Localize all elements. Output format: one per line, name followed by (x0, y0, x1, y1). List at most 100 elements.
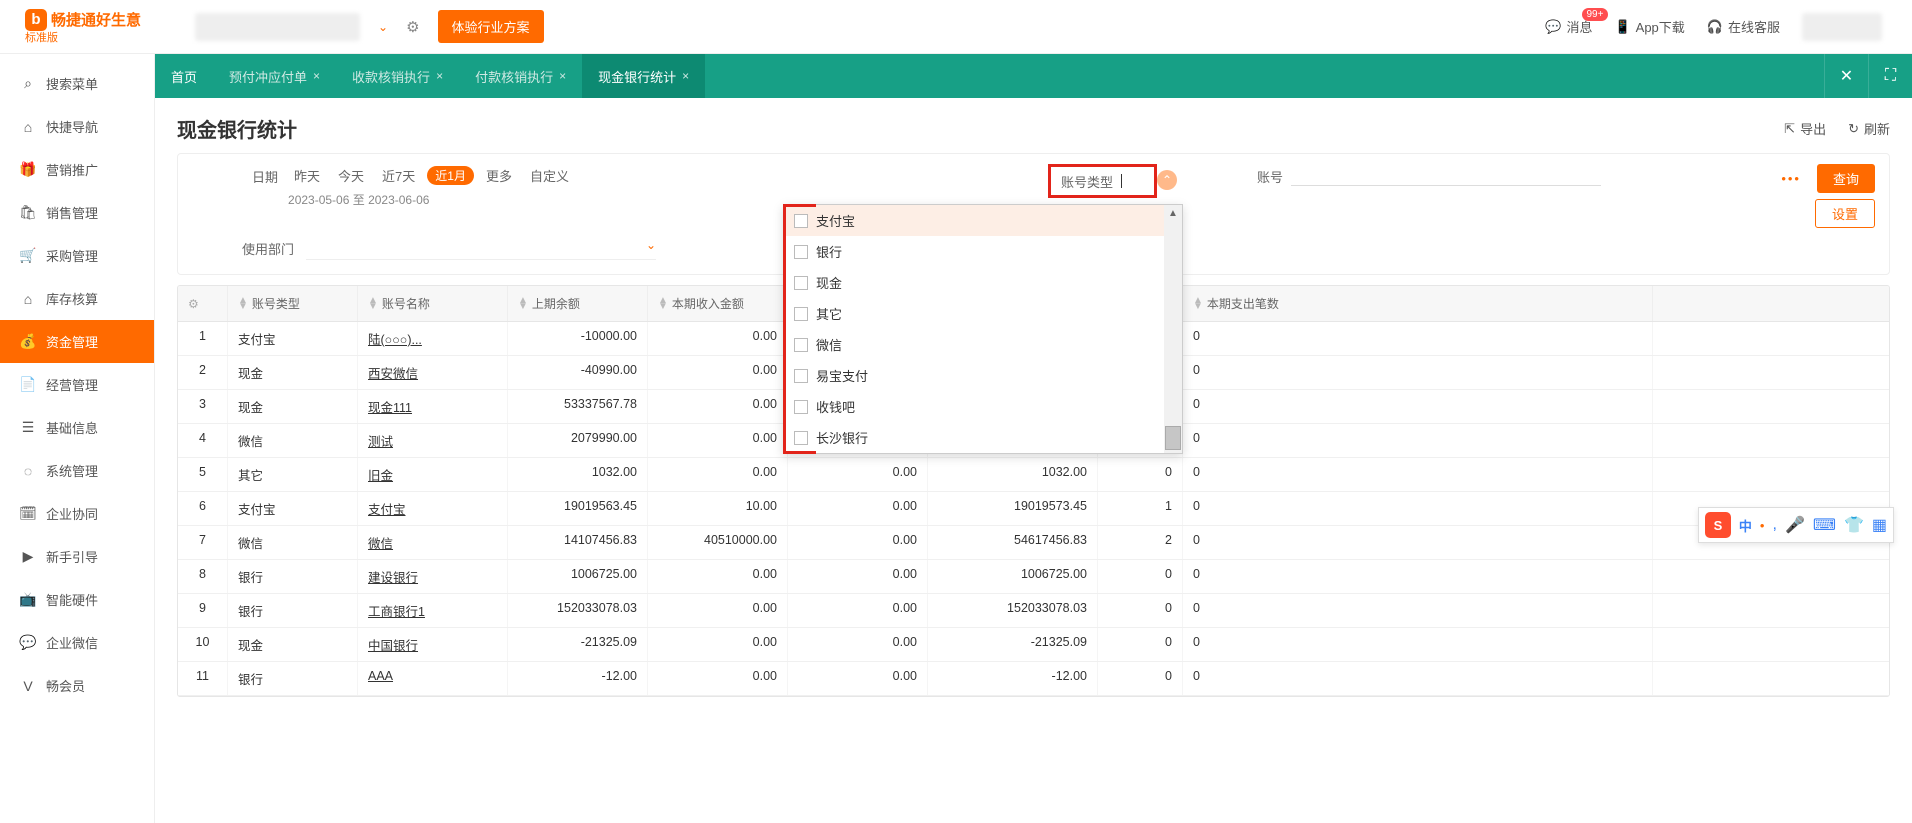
tab-1[interactable]: 收款核销执行× (336, 54, 459, 98)
scroll-thumb[interactable] (1165, 426, 1181, 450)
account-name-link[interactable]: 西安微信 (368, 367, 418, 381)
checkbox[interactable] (794, 276, 808, 290)
messages-link[interactable]: 💬 消息 99+ (1545, 17, 1592, 36)
org-dropdown-icon[interactable]: ⌄ (378, 20, 388, 34)
sort-icon[interactable]: ▲▼ (518, 298, 528, 310)
checkbox[interactable] (794, 214, 808, 228)
export-button[interactable]: ⇱导出 (1784, 119, 1826, 138)
sort-icon[interactable]: ▲▼ (238, 298, 248, 310)
industry-plan-button[interactable]: 体验行业方案 (438, 10, 544, 43)
sidebar-item-13[interactable]: 💬企业微信 (0, 621, 154, 664)
sidebar-item-0[interactable]: ⌕搜索菜单 (0, 62, 154, 105)
sidebar-item-2[interactable]: 🎁营销推广 (0, 148, 154, 191)
dropdown-option[interactable]: 现金 (784, 267, 1164, 298)
tab-close-icon[interactable]: × (559, 69, 566, 83)
col-header[interactable]: ▲▼本期收入金额 (648, 286, 788, 321)
date-opt[interactable]: 自定义 (524, 164, 575, 187)
account-name-link[interactable]: 测试 (368, 435, 393, 449)
app-download-link[interactable]: 📱 App下载 (1614, 17, 1684, 36)
tab-2[interactable]: 付款核销执行× (459, 54, 582, 98)
sort-icon[interactable]: ▲▼ (1193, 298, 1203, 310)
tab-close-icon[interactable]: × (313, 69, 320, 83)
gear-icon[interactable]: ⚙ (406, 18, 419, 36)
checkbox[interactable] (794, 245, 808, 259)
grid-icon[interactable]: ▦ (1872, 515, 1887, 535)
tab-0[interactable]: 预付冲应付单× (213, 54, 336, 98)
sidebar-icon: ◌ (20, 463, 36, 479)
sort-icon[interactable]: ▲▼ (658, 298, 668, 310)
sidebar-icon: ⌕ (20, 76, 36, 92)
col-header[interactable]: ▲▼上期余额 (508, 286, 648, 321)
date-opt[interactable]: 昨天 (288, 164, 326, 187)
tabs-bar: 首页 预付冲应付单×收款核销执行×付款核销执行×现金银行统计× ✕ ⛶ (155, 54, 1912, 98)
sort-icon[interactable]: ▲▼ (368, 298, 378, 310)
date-chip-active[interactable]: 近1月 (427, 166, 474, 185)
sidebar-item-7[interactable]: 📄经营管理 (0, 363, 154, 406)
sidebar-icon: 📺 (20, 592, 36, 608)
tabs-close-button[interactable]: ✕ (1824, 54, 1868, 98)
checkbox[interactable] (794, 307, 808, 321)
checkbox[interactable] (794, 338, 808, 352)
col-header[interactable]: ▲▼账号类型 (228, 286, 358, 321)
keyboard-icon[interactable]: ⌨ (1813, 515, 1836, 535)
tab-close-icon[interactable]: × (436, 69, 443, 83)
tab-close-icon[interactable]: × (682, 69, 689, 83)
sidebar-item-3[interactable]: 🛍销售管理 (0, 191, 154, 234)
sidebar-item-10[interactable]: 🗓企业协同 (0, 492, 154, 535)
account-name-link[interactable]: 旧金 (368, 469, 393, 483)
dropdown-option[interactable]: 支付宝 (784, 205, 1164, 236)
dept-select[interactable]: ⌄ (306, 236, 656, 260)
settings-button[interactable]: 设置 (1815, 199, 1875, 228)
skin-icon[interactable]: 👕 (1844, 515, 1864, 535)
dropdown-option[interactable]: 微信 (784, 329, 1164, 360)
sidebar-item-14[interactable]: V畅会员 (0, 664, 154, 707)
date-opt[interactable]: 今天 (332, 164, 370, 187)
tab-home[interactable]: 首页 (155, 54, 213, 98)
account-name-link[interactable]: 微信 (368, 537, 393, 551)
account-name-link[interactable]: 支付宝 (368, 503, 406, 517)
mic-icon[interactable]: 🎤 (1785, 515, 1805, 535)
account-name-link[interactable]: 工商银行1 (368, 605, 425, 619)
dropdown-option[interactable]: 银行 (784, 236, 1164, 267)
dropdown-option[interactable]: 易宝支付 (784, 360, 1164, 391)
dropdown-option[interactable]: 其它 (784, 298, 1164, 329)
dropdown-option[interactable]: 长沙银行 (784, 422, 1164, 453)
sidebar-item-4[interactable]: 🛒采购管理 (0, 234, 154, 277)
dropdown-scrollbar[interactable]: ▲ (1164, 205, 1182, 453)
scroll-up-icon[interactable]: ▲ (1168, 208, 1178, 219)
account-name-link[interactable]: AAA (368, 669, 393, 683)
account-name-link[interactable]: 中国银行 (368, 639, 418, 653)
collapse-toggle-icon[interactable]: ⌃ (1157, 170, 1177, 190)
account-name-link[interactable]: 建设银行 (368, 571, 418, 585)
checkbox[interactable] (794, 431, 808, 445)
col-header[interactable]: ▲▼本期支出笔数 (1183, 286, 1653, 321)
col-header[interactable]: ▲▼账号名称 (358, 286, 508, 321)
sidebar-item-12[interactable]: 📺智能硬件 (0, 578, 154, 621)
date-opt[interactable]: 近7天 (376, 164, 421, 187)
tab-3[interactable]: 现金银行统计× (582, 54, 705, 98)
dropdown-option[interactable]: 收钱吧 (784, 391, 1164, 422)
account-input[interactable] (1291, 164, 1601, 186)
checkbox[interactable] (794, 369, 808, 383)
account-name-link[interactable]: 现金111 (368, 401, 412, 415)
tabs-expand-button[interactable]: ⛶ (1868, 54, 1912, 98)
sidebar-item-6[interactable]: 💰资金管理 (0, 320, 154, 363)
ime-toolbar[interactable]: S 中 • , 🎤 ⌨ 👕 ▦ (1698, 507, 1894, 543)
user-avatar-blurred[interactable] (1802, 13, 1882, 41)
more-filters-icon[interactable]: ••• (1781, 171, 1801, 186)
account-name-link[interactable]: 陆(○○○)... (368, 333, 422, 347)
sidebar-item-11[interactable]: ▶新手引导 (0, 535, 154, 578)
date-opt[interactable]: 更多 (480, 164, 518, 187)
refresh-button[interactable]: ↻刷新 (1848, 119, 1890, 138)
col-header[interactable]: ⚙ (178, 286, 228, 321)
query-button[interactable]: 查询 (1817, 164, 1875, 193)
sidebar-item-9[interactable]: ◌系统管理 (0, 449, 154, 492)
sidebar-item-1[interactable]: ⌂快捷导航 (0, 105, 154, 148)
sidebar-item-8[interactable]: ☰基础信息 (0, 406, 154, 449)
export-icon: ⇱ (1784, 121, 1795, 137)
sidebar-item-5[interactable]: ⌂库存核算 (0, 277, 154, 320)
checkbox[interactable] (794, 400, 808, 414)
account-type-select[interactable]: 账号类型 (1048, 164, 1157, 198)
table-gear-icon[interactable]: ⚙ (188, 297, 199, 311)
support-link[interactable]: 🎧 在线客服 (1707, 17, 1780, 36)
